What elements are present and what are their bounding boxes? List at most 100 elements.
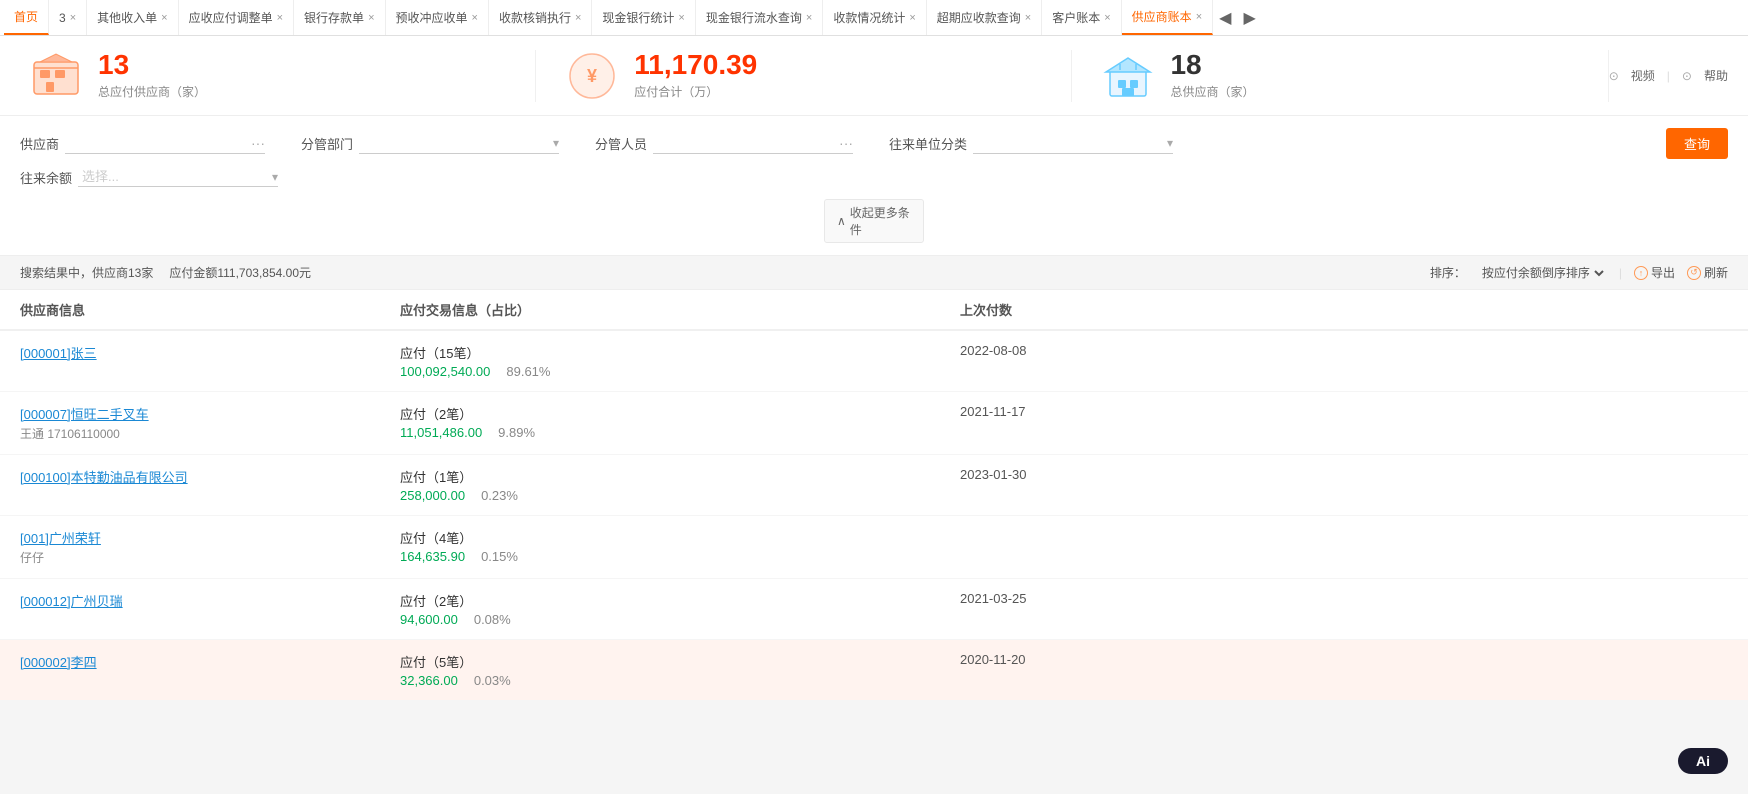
sort-select[interactable]: 按应付余额倒序排序: [1478, 265, 1607, 281]
transaction-info-4: 应付（4笔） 164,635.90 0.15%: [400, 528, 960, 564]
video-link[interactable]: 视频: [1631, 67, 1655, 84]
col-header-supplier: 供应商信息: [20, 300, 400, 319]
last-pay-3: 2023-01-30: [960, 467, 1728, 482]
nav-tab-bank-deposit[interactable]: 银行存款单 ×: [294, 0, 385, 35]
trans-amount-5[interactable]: 94,600.00: [400, 612, 458, 627]
supplier-link-6[interactable]: [000002]李四: [20, 655, 97, 670]
filter-supplier-wrap: ···: [65, 134, 265, 154]
help-link[interactable]: 帮助: [1704, 67, 1728, 84]
nav-prev-arrow[interactable]: ◀: [1213, 8, 1237, 28]
nav-tab-home[interactable]: 首页: [4, 0, 49, 35]
transaction-info-2: 应付（2笔） 11,051,486.00 9.89%: [400, 404, 960, 440]
trans-amount-2[interactable]: 11,051,486.00: [400, 425, 482, 440]
nav-tab-advance[interactable]: 预收冲应收单 ×: [386, 0, 489, 35]
close-icon[interactable]: ×: [1025, 12, 1031, 24]
supplier-link-1[interactable]: [000001]张三: [20, 346, 97, 361]
close-icon[interactable]: ×: [806, 12, 812, 24]
close-icon[interactable]: ×: [368, 12, 374, 24]
close-icon[interactable]: ×: [575, 12, 581, 24]
store-icon: [1102, 50, 1154, 102]
close-icon[interactable]: ×: [678, 12, 684, 24]
nav-tab-cash-bank-flow[interactable]: 现金银行流水查询 ×: [696, 0, 823, 35]
col-header-transaction: 应付交易信息（占比）: [400, 300, 960, 319]
close-icon[interactable]: ×: [161, 12, 167, 24]
supplier-link-3[interactable]: [000100]本特勤油品有限公司: [20, 470, 188, 485]
trans-amount-4[interactable]: 164,635.90: [400, 549, 465, 564]
refresh-button[interactable]: ↺ 刷新: [1687, 264, 1728, 281]
close-icon[interactable]: ×: [1104, 12, 1110, 24]
supplier-link-5[interactable]: [000012]广州贝瑞: [20, 594, 123, 609]
collapse-button[interactable]: ∧ 收起更多条件: [824, 199, 924, 243]
filter-category-input[interactable]: [973, 134, 1167, 153]
filter-balance-input[interactable]: [78, 167, 272, 186]
stat-number-total-suppliers: 18: [1170, 51, 1254, 79]
ai-badge[interactable]: Ai: [1678, 748, 1728, 774]
filter-person-dots[interactable]: ···: [839, 135, 853, 151]
nav-tab-customer[interactable]: 客户账本 ×: [1042, 0, 1121, 35]
supplier-info-4: [001]广州荣轩 仔仔: [20, 528, 400, 566]
trans-amount-6[interactable]: 32,366.00: [400, 673, 458, 688]
col-header-lastpay: 上次付数: [960, 300, 1728, 319]
table-header: 供应商信息 应付交易信息（占比） 上次付数: [0, 290, 1748, 331]
close-icon[interactable]: ×: [70, 12, 76, 24]
export-icon: ↑: [1634, 266, 1648, 280]
filter-dept-label: 分管部门: [301, 134, 353, 153]
stat-block-total-suppliers: 18 总供应商（家）: [1072, 50, 1608, 102]
filter-person-wrap: ···: [653, 134, 853, 154]
export-button[interactable]: ↑ 导出: [1634, 264, 1675, 281]
filter-category-wrap: ▾: [973, 134, 1173, 154]
supplier-link-2[interactable]: [000007]恒旺二手叉车: [20, 407, 149, 422]
chevron-down-icon[interactable]: ▾: [1167, 136, 1173, 150]
trans-percent-6: 0.03%: [474, 673, 511, 688]
supplier-icon: [30, 50, 82, 102]
last-pay-6: 2020-11-20: [960, 652, 1728, 667]
table-row: [000012]广州贝瑞 应付（2笔） 94,600.00 0.08% 2021…: [0, 579, 1748, 640]
query-button[interactable]: 查询: [1666, 128, 1728, 159]
last-pay-2: 2021-11-17: [960, 404, 1728, 419]
filter-balance-label: 往来余额: [20, 168, 72, 187]
close-icon[interactable]: ×: [277, 12, 283, 24]
supplier-info-1: [000001]张三: [20, 343, 400, 362]
nav-tab-collection-stats[interactable]: 收款情况统计 ×: [823, 0, 926, 35]
nav-tab-overdue[interactable]: 超期应收款查询 ×: [927, 0, 1042, 35]
filter-supplier-label: 供应商: [20, 134, 59, 153]
export-label: 导出: [1651, 264, 1675, 281]
chevron-down-icon[interactable]: ▾: [272, 170, 278, 184]
nav-supplier-label: 供应商账本: [1132, 8, 1192, 25]
table-row: [000001]张三 应付（15笔） 100,092,540.00 89.61%…: [0, 331, 1748, 392]
nav-next-arrow[interactable]: ▶: [1237, 8, 1261, 28]
collapse-label: 收起更多条件: [850, 204, 911, 238]
filter-group-person: 分管人员 ···: [595, 134, 853, 154]
stat-number-ap-suppliers: 13: [98, 51, 206, 79]
filter-supplier-dots[interactable]: ···: [251, 135, 265, 151]
nav-tab-other-income[interactable]: 其他收入单 ×: [87, 0, 178, 35]
filter-supplier-input[interactable]: [65, 134, 251, 153]
trans-amount-1[interactable]: 100,092,540.00: [400, 364, 490, 379]
filter-group-supplier: 供应商 ···: [20, 134, 265, 154]
results-supplier-count: 搜索结果中，供应商13家: [20, 264, 153, 281]
nav-advance-label: 预收冲应收单: [396, 9, 468, 26]
results-actions: 排序： 按应付余额倒序排序 | ↑ 导出 ↺ 刷新: [1430, 264, 1728, 281]
supplier-link-4[interactable]: [001]广州荣轩: [20, 531, 101, 546]
close-icon[interactable]: ×: [1196, 11, 1202, 23]
filter-person-label: 分管人员: [595, 134, 647, 153]
filter-person-input[interactable]: [653, 134, 839, 153]
nav-tab-ap-adjust[interactable]: 应收应付调整单 ×: [179, 0, 294, 35]
stats-row: 13 总应付供应商（家） ¥ 11,170.39 应付合计（万）: [0, 36, 1748, 116]
nav-home-label: 首页: [14, 8, 38, 25]
refresh-label: 刷新: [1704, 264, 1728, 281]
stat-block-ap-total: ¥ 11,170.39 应付合计（万）: [536, 50, 1072, 102]
nav-tab-supplier[interactable]: 供应商账本 ×: [1122, 0, 1213, 35]
trans-amount-3[interactable]: 258,000.00: [400, 488, 465, 503]
chevron-down-icon[interactable]: ▾: [553, 136, 559, 150]
close-icon[interactable]: ×: [909, 12, 915, 24]
main-table: 供应商信息 应付交易信息（占比） 上次付数 [000001]张三 应付（15笔）…: [0, 290, 1748, 701]
trans-percent-1: 89.61%: [506, 364, 550, 379]
transaction-info-6: 应付（5笔） 32,366.00 0.03%: [400, 652, 960, 688]
nav-tab-cash-bank-stats[interactable]: 现金银行统计 ×: [592, 0, 695, 35]
supplier-info-6: [000002]李四: [20, 652, 400, 671]
filter-dept-input[interactable]: [359, 134, 553, 153]
close-icon[interactable]: ×: [472, 12, 478, 24]
nav-tab-collection-verify[interactable]: 收款核销执行 ×: [489, 0, 592, 35]
nav-tab-3[interactable]: 3 ×: [49, 0, 87, 35]
